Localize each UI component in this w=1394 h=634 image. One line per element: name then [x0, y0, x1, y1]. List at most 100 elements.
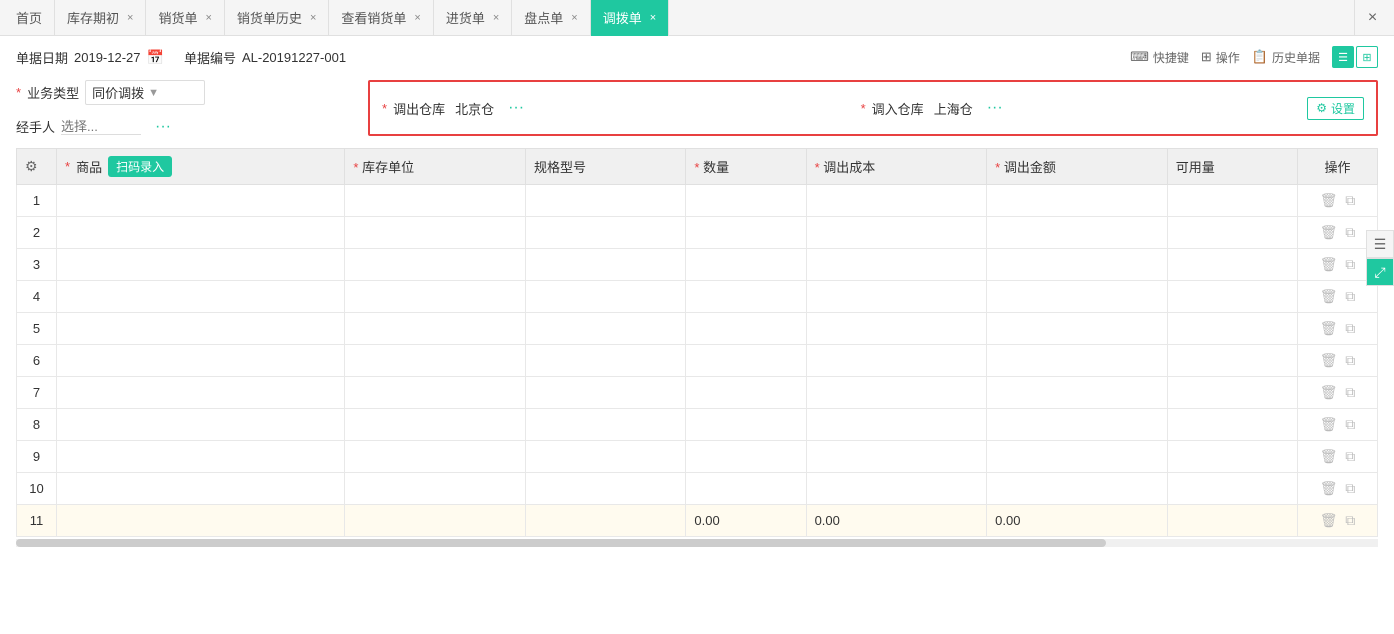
cell-cost[interactable] [806, 409, 987, 441]
copy-icon[interactable]: ⧉ [1345, 288, 1355, 304]
cell-available[interactable] [1167, 217, 1297, 249]
cell-available[interactable] [1167, 473, 1297, 505]
cell-spec[interactable] [526, 249, 686, 281]
cell-product[interactable] [57, 249, 345, 281]
delete-icon[interactable]: 🗑 [1320, 480, 1338, 496]
copy-icon[interactable]: ⧉ [1345, 256, 1355, 272]
cell-spec[interactable] [526, 441, 686, 473]
cell-spec[interactable] [526, 313, 686, 345]
delete-icon[interactable]: 🗑 [1320, 192, 1338, 208]
cell-cost[interactable] [806, 377, 987, 409]
cell-amount[interactable] [987, 217, 1168, 249]
cell-product[interactable] [57, 377, 345, 409]
delete-icon[interactable]: 🗑 [1320, 320, 1338, 336]
cell-product[interactable] [57, 441, 345, 473]
cell-unit[interactable] [345, 441, 526, 473]
cell-product[interactable] [57, 281, 345, 313]
cell-cost[interactable] [806, 313, 987, 345]
cell-cost[interactable] [806, 281, 987, 313]
subtotal-copy-icon[interactable]: ⧉ [1345, 512, 1355, 528]
table-row[interactable]: 1 🗑 ⧉ [17, 185, 1378, 217]
cell-spec[interactable] [526, 377, 686, 409]
cell-amount[interactable] [987, 185, 1168, 217]
cell-unit[interactable] [345, 473, 526, 505]
cell-quantity[interactable] [686, 409, 806, 441]
cell-quantity[interactable] [686, 345, 806, 377]
operations-button[interactable]: ⊞ 操作 [1201, 49, 1240, 66]
cell-cost[interactable] [806, 345, 987, 377]
cell-quantity[interactable] [686, 313, 806, 345]
cell-cost[interactable] [806, 217, 987, 249]
cell-unit[interactable] [345, 217, 526, 249]
tab-stocktake-close[interactable]: × [571, 12, 577, 24]
cell-quantity[interactable] [686, 185, 806, 217]
cell-unit[interactable] [345, 377, 526, 409]
cell-spec[interactable] [526, 473, 686, 505]
tab-purchase-order[interactable]: 进货单 × [434, 0, 512, 36]
table-row[interactable]: 8 🗑 ⧉ [17, 409, 1378, 441]
th-settings[interactable]: ⚙ [17, 149, 57, 185]
cell-quantity[interactable] [686, 377, 806, 409]
tab-purchase-order-close[interactable]: × [493, 12, 499, 24]
delete-icon[interactable]: 🗑 [1320, 224, 1338, 240]
cell-available[interactable] [1167, 313, 1297, 345]
cell-cost[interactable] [806, 249, 987, 281]
tab-sales-order[interactable]: 销货单 × [146, 0, 224, 36]
table-row[interactable]: 4 🗑 ⧉ [17, 281, 1378, 313]
table-row[interactable]: 2 🗑 ⧉ [17, 217, 1378, 249]
handler-input[interactable] [61, 119, 141, 135]
delete-icon[interactable]: 🗑 [1320, 384, 1338, 400]
cell-amount[interactable] [987, 313, 1168, 345]
setting-button[interactable]: ⚙ 设置 [1307, 97, 1364, 120]
subtotal-delete-icon[interactable]: 🗑 [1320, 512, 1338, 528]
cell-product[interactable] [57, 473, 345, 505]
cell-amount[interactable] [987, 345, 1168, 377]
tab-view-sales[interactable]: 查看销货单 × [329, 0, 433, 36]
tab-sales-history[interactable]: 销货单历史 × [225, 0, 329, 36]
cell-product[interactable] [57, 345, 345, 377]
cell-quantity[interactable] [686, 281, 806, 313]
cell-spec[interactable] [526, 409, 686, 441]
copy-icon[interactable]: ⧉ [1345, 384, 1355, 400]
window-close-button[interactable]: × [1354, 0, 1390, 36]
delete-icon[interactable]: 🗑 [1320, 448, 1338, 464]
cell-unit[interactable] [345, 345, 526, 377]
horizontal-scrollbar[interactable] [16, 539, 1378, 547]
cell-unit[interactable] [345, 409, 526, 441]
cell-amount[interactable] [987, 249, 1168, 281]
table-row[interactable]: 9 🗑 ⧉ [17, 441, 1378, 473]
handler-more-button[interactable]: ··· [155, 118, 171, 136]
cell-available[interactable] [1167, 185, 1297, 217]
cell-spec[interactable] [526, 281, 686, 313]
delete-icon[interactable]: 🗑 [1320, 256, 1338, 272]
tab-inventory-open[interactable]: 库存期初 × [55, 0, 146, 36]
cell-available[interactable] [1167, 441, 1297, 473]
cell-spec[interactable] [526, 217, 686, 249]
layout-list-button[interactable]: ☰ [1332, 46, 1354, 68]
copy-icon[interactable]: ⧉ [1345, 352, 1355, 368]
cell-unit[interactable] [345, 281, 526, 313]
cell-quantity[interactable] [686, 249, 806, 281]
cell-amount[interactable] [987, 441, 1168, 473]
copy-icon[interactable]: ⧉ [1345, 480, 1355, 496]
table-row[interactable]: 7 🗑 ⧉ [17, 377, 1378, 409]
tab-transfer[interactable]: 调拨单 × [591, 0, 669, 36]
table-row[interactable]: 6 🗑 ⧉ [17, 345, 1378, 377]
warehouse-out-more-button[interactable]: ··· [508, 99, 524, 117]
cell-spec[interactable] [526, 345, 686, 377]
business-type-select[interactable]: 同价调拨 ▼ [85, 80, 205, 105]
copy-icon[interactable]: ⧉ [1345, 448, 1355, 464]
cell-amount[interactable] [987, 281, 1168, 313]
delete-icon[interactable]: 🗑 [1320, 352, 1338, 368]
cell-available[interactable] [1167, 281, 1297, 313]
layout-grid-button[interactable]: ⊞ [1356, 46, 1378, 68]
cell-cost[interactable] [806, 441, 987, 473]
scroll-thumb[interactable] [16, 539, 1106, 547]
cell-quantity[interactable] [686, 441, 806, 473]
cell-product[interactable] [57, 313, 345, 345]
copy-icon[interactable]: ⧉ [1345, 192, 1355, 208]
table-row[interactable]: 3 🗑 ⧉ [17, 249, 1378, 281]
tab-inventory-open-close[interactable]: × [127, 12, 133, 24]
copy-icon[interactable]: ⧉ [1345, 224, 1355, 240]
tab-home[interactable]: 首页 [4, 0, 55, 36]
